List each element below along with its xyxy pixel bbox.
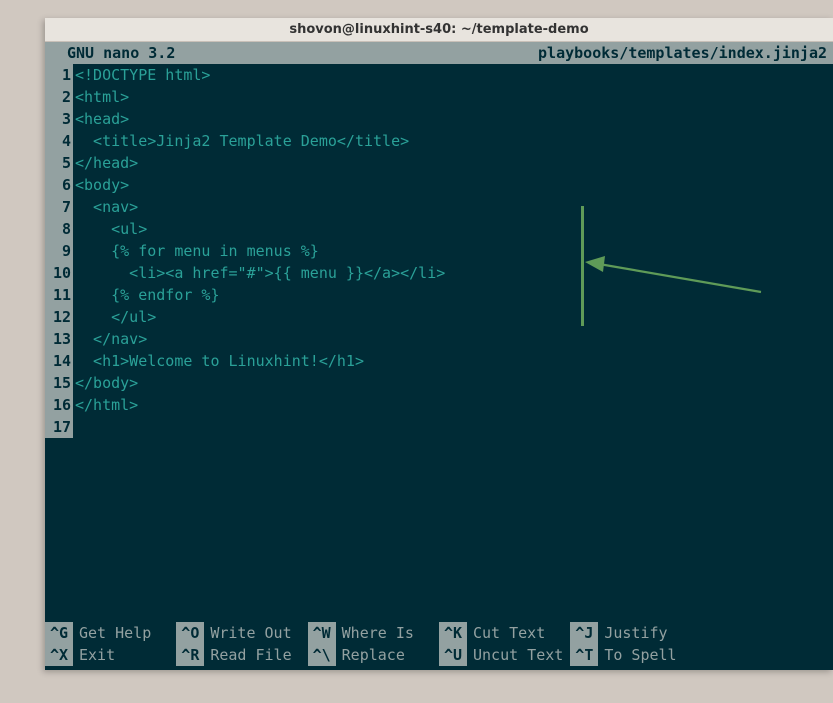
code-text: <li><a href="#">{{ menu }}</a></li> <box>73 262 445 284</box>
shortcut-key: ^K <box>439 622 467 644</box>
line-number: 5 <box>45 152 73 174</box>
shortcut-item: ^JJustify <box>570 622 701 644</box>
code-text: <title>Jinja2 Template Demo</title> <box>73 130 409 152</box>
shortcut-label: To Spell <box>598 644 676 666</box>
shortcut-label: Write Out <box>204 622 291 644</box>
shortcut-label: Exit <box>73 644 115 666</box>
window-titlebar: shovon@linuxhint-s40: ~/template-demo <box>45 18 833 42</box>
shortcut-item: ^GGet Help <box>45 622 176 644</box>
code-text: </ul> <box>73 306 156 328</box>
shortcut-label: Get Help <box>73 622 151 644</box>
line-number: 11 <box>45 284 73 306</box>
code-line[interactable]: 15</body> <box>45 372 833 394</box>
shortcut-label: Replace <box>336 644 405 666</box>
shortcut-key: ^G <box>45 622 73 644</box>
nano-app-name: GNU nano 3.2 <box>45 42 175 64</box>
shortcut-label: Read File <box>204 644 291 666</box>
shortcut-key: ^J <box>570 622 598 644</box>
code-line[interactable]: 10 <li><a href="#">{{ menu }}</a></li> <box>45 262 833 284</box>
code-text: </head> <box>73 152 138 174</box>
code-text: <body> <box>73 174 129 196</box>
terminal-window: shovon@linuxhint-s40: ~/template-demo GN… <box>45 18 833 670</box>
code-line[interactable]: 12 </ul> <box>45 306 833 328</box>
code-line[interactable]: 11 {% endfor %} <box>45 284 833 306</box>
code-line[interactable]: 2<html> <box>45 86 833 108</box>
code-text: <!DOCTYPE html> <box>73 64 210 86</box>
line-number: 7 <box>45 196 73 218</box>
shortcut-label: Uncut Text <box>467 644 563 666</box>
shortcut-item: ^\Replace <box>308 644 439 666</box>
code-line[interactable]: 5</head> <box>45 152 833 174</box>
window-title: shovon@linuxhint-s40: ~/template-demo <box>289 22 588 37</box>
line-number: 1 <box>45 64 73 86</box>
line-number: 15 <box>45 372 73 394</box>
code-line[interactable]: 8 <ul> <box>45 218 833 240</box>
line-number: 13 <box>45 328 73 350</box>
code-text <box>73 416 75 438</box>
code-text: <ul> <box>73 218 147 240</box>
code-text: <h1>Welcome to Linuxhint!</h1> <box>73 350 364 372</box>
line-number: 12 <box>45 306 73 328</box>
code-line[interactable]: 13 </nav> <box>45 328 833 350</box>
line-number: 14 <box>45 350 73 372</box>
line-number: 8 <box>45 218 73 240</box>
shortcut-label: Cut Text <box>467 622 545 644</box>
shortcut-label: Where Is <box>336 622 414 644</box>
shortcut-key: ^\ <box>308 644 336 666</box>
code-text: <head> <box>73 108 129 130</box>
code-line[interactable]: 3<head> <box>45 108 833 130</box>
line-number: 6 <box>45 174 73 196</box>
line-number: 16 <box>45 394 73 416</box>
shortcut-item: ^KCut Text <box>439 622 570 644</box>
shortcut-key: ^R <box>176 644 204 666</box>
shortcut-item: ^WWhere Is <box>308 622 439 644</box>
shortcut-key: ^W <box>308 622 336 644</box>
code-line[interactable]: 4 <title>Jinja2 Template Demo</title> <box>45 130 833 152</box>
code-text: </body> <box>73 372 138 394</box>
shortcut-item: ^OWrite Out <box>176 622 307 644</box>
shortcut-label: Justify <box>598 622 667 644</box>
code-text: <html> <box>73 86 129 108</box>
line-number: 17 <box>45 416 73 438</box>
nano-header: GNU nano 3.2 playbooks/templates/index.j… <box>45 42 833 64</box>
nano-file-path: playbooks/templates/index.jinja2 <box>175 42 833 64</box>
shortcut-item: ^XExit <box>45 644 176 666</box>
code-line[interactable]: 7 <nav> <box>45 196 833 218</box>
line-number: 10 <box>45 262 73 284</box>
code-line[interactable]: 1<!DOCTYPE html> <box>45 64 833 86</box>
line-number: 3 <box>45 108 73 130</box>
shortcut-item: ^UUncut Text <box>439 644 570 666</box>
line-number: 4 <box>45 130 73 152</box>
code-line[interactable]: 14 <h1>Welcome to Linuxhint!</h1> <box>45 350 833 372</box>
shortcut-key: ^O <box>176 622 204 644</box>
code-line[interactable]: 17 <box>45 416 833 438</box>
code-line[interactable]: 9 {% for menu in menus %} <box>45 240 833 262</box>
line-number: 9 <box>45 240 73 262</box>
editor-area[interactable]: 1<!DOCTYPE html>2<html>3<head>4 <title>J… <box>45 64 833 622</box>
code-line[interactable]: 6<body> <box>45 174 833 196</box>
code-text: {% endfor %} <box>73 284 220 306</box>
shortcut-key: ^X <box>45 644 73 666</box>
code-line[interactable]: 16</html> <box>45 394 833 416</box>
code-text: </nav> <box>73 328 147 350</box>
shortcut-key: ^U <box>439 644 467 666</box>
code-text: <nav> <box>73 196 138 218</box>
line-number: 2 <box>45 86 73 108</box>
code-text: {% for menu in menus %} <box>73 240 319 262</box>
shortcut-key: ^T <box>570 644 598 666</box>
shortcut-bar: ^GGet Help^OWrite Out^WWhere Is^KCut Tex… <box>45 622 833 666</box>
code-text: </html> <box>73 394 138 416</box>
shortcut-item: ^TTo Spell <box>570 644 701 666</box>
shortcut-item: ^RRead File <box>176 644 307 666</box>
